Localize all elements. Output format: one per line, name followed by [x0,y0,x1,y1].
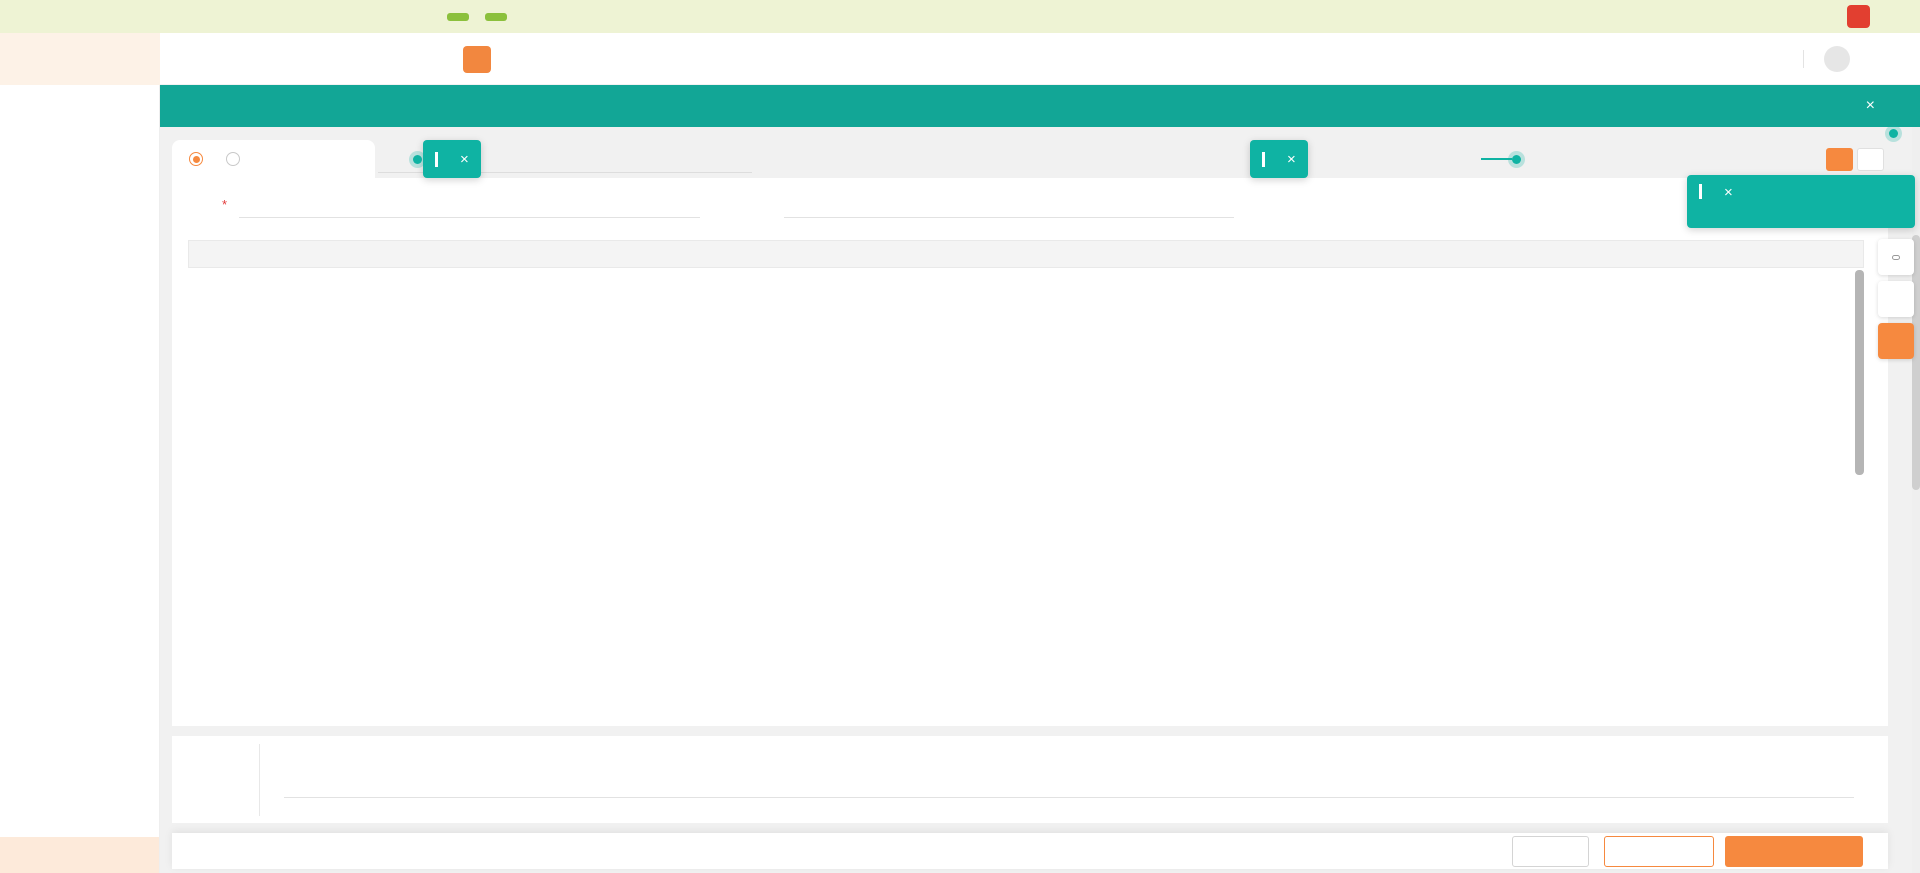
section-divider [172,726,1888,736]
table-scrollbar-thumb[interactable] [1855,270,1864,475]
online-support-button[interactable] [1760,51,1783,68]
radio-product-inbound[interactable] [189,152,209,166]
tab-bar-right: × [1866,85,1920,127]
document-card [172,178,1888,823]
tooltip-shortcut-help: × [1250,140,1308,178]
tab-bar: × [160,85,1920,127]
remark-clipboard-icon [210,764,238,792]
floating-side-tools [1878,239,1914,359]
sidebar-menu [0,85,159,87]
draft-icon [1892,254,1900,260]
close-icon[interactable]: × [1287,151,1296,168]
sidebar-collapse-icon[interactable] [110,846,129,865]
attachment-button[interactable] [1878,281,1914,317]
topbar-red-app-icon[interactable] [1847,5,1870,28]
headset-icon [1760,51,1777,68]
info-icon [398,8,415,25]
radio-product-return[interactable] [226,152,246,166]
main-content: × × × * [160,127,1920,873]
chevron-left-icon[interactable] [1762,152,1777,167]
close-icon[interactable]: × [460,151,469,168]
discard-button[interactable] [1512,835,1589,867]
phone-icon [1717,51,1734,68]
app-header [0,33,1920,85]
warehouse-field [222,190,700,218]
tooltip-anchor-dot [1889,129,1898,138]
brand-logo-block[interactable] [0,33,160,85]
tooltip-marker [435,151,438,167]
tooltip-switch-doc-type: × [423,140,481,178]
draft-list-button[interactable] [1878,239,1914,275]
tooltip-marker [1262,151,1265,167]
announcement-bar [0,0,1920,33]
remark-section [188,744,1864,816]
warehouse-input[interactable] [239,190,700,218]
items-table [188,240,1864,475]
view-toggle-group [1826,147,1884,171]
online-training-button[interactable] [447,12,469,21]
grid-icon [1682,151,1699,168]
operations-button[interactable] [1682,151,1705,168]
app-download-button[interactable] [1717,51,1740,68]
sidebar [0,85,160,873]
keyboard-icon [1602,151,1619,168]
list-view-icon [1832,151,1848,167]
save-and-new-button[interactable] [1725,835,1863,867]
remark-icon-box [188,744,260,816]
list-view-toggle[interactable] [1826,147,1853,171]
avatar[interactable] [1824,46,1850,72]
expand-fullscreen-button[interactable] [1878,323,1914,359]
chevron-right-icon[interactable] [1794,152,1809,167]
close-all-tabs-icon[interactable]: × [1866,98,1875,114]
red-app-icon [1850,8,1867,25]
sidebar-settings-gear-icon[interactable] [30,846,49,865]
shortcut-keys-button[interactable] [1602,151,1625,168]
handler-input[interactable] [784,190,1234,218]
tooltip-marker [1699,184,1702,199]
header-divider [1803,50,1804,68]
action-bar [172,833,1888,869]
sidebar-bottom-bar [0,837,159,873]
person-icon [1828,50,1846,68]
tooltip-anchor-dot [1512,155,1521,164]
save-draft-button[interactable] [1604,835,1714,867]
remark-input[interactable] [284,754,1854,798]
detail-view-toggle[interactable] [1857,147,1884,171]
doc-toolbar [1602,140,1884,178]
close-icon[interactable]: × [1724,182,1733,204]
expand-icon [1887,332,1906,351]
chevron-down-icon [409,51,425,67]
settings-gear-icon[interactable] [432,50,450,68]
messages-button[interactable] [1674,51,1697,68]
tooltip-connector-line [1481,158,1512,160]
history-docs-button[interactable] [1722,151,1745,168]
table-header [188,240,1864,268]
print-button[interactable] [1642,151,1665,168]
header-right-group [1674,33,1870,85]
tooltip-fullscreen-hint: × [1687,175,1915,228]
paperclip-icon [1887,290,1906,309]
brand-logo-icon [13,45,41,73]
tooltip-anchor-dot [413,155,422,164]
fullscreen-icon[interactable] [1891,99,1906,114]
warehouse-label [222,197,227,212]
message-icon [1674,51,1691,68]
buy-now-button[interactable] [485,12,507,21]
radio-unselected-icon [226,152,240,166]
document-header-bar: × × [172,140,1888,178]
account-selector[interactable] [176,33,425,85]
radio-selected-icon [189,152,203,166]
handler-field [772,190,1234,218]
doc-type-switch [172,140,375,178]
history-doc-icon [1722,151,1739,168]
industry-trial-button[interactable] [463,46,491,73]
printer-icon [1642,151,1659,168]
detail-view-icon [1863,151,1879,167]
